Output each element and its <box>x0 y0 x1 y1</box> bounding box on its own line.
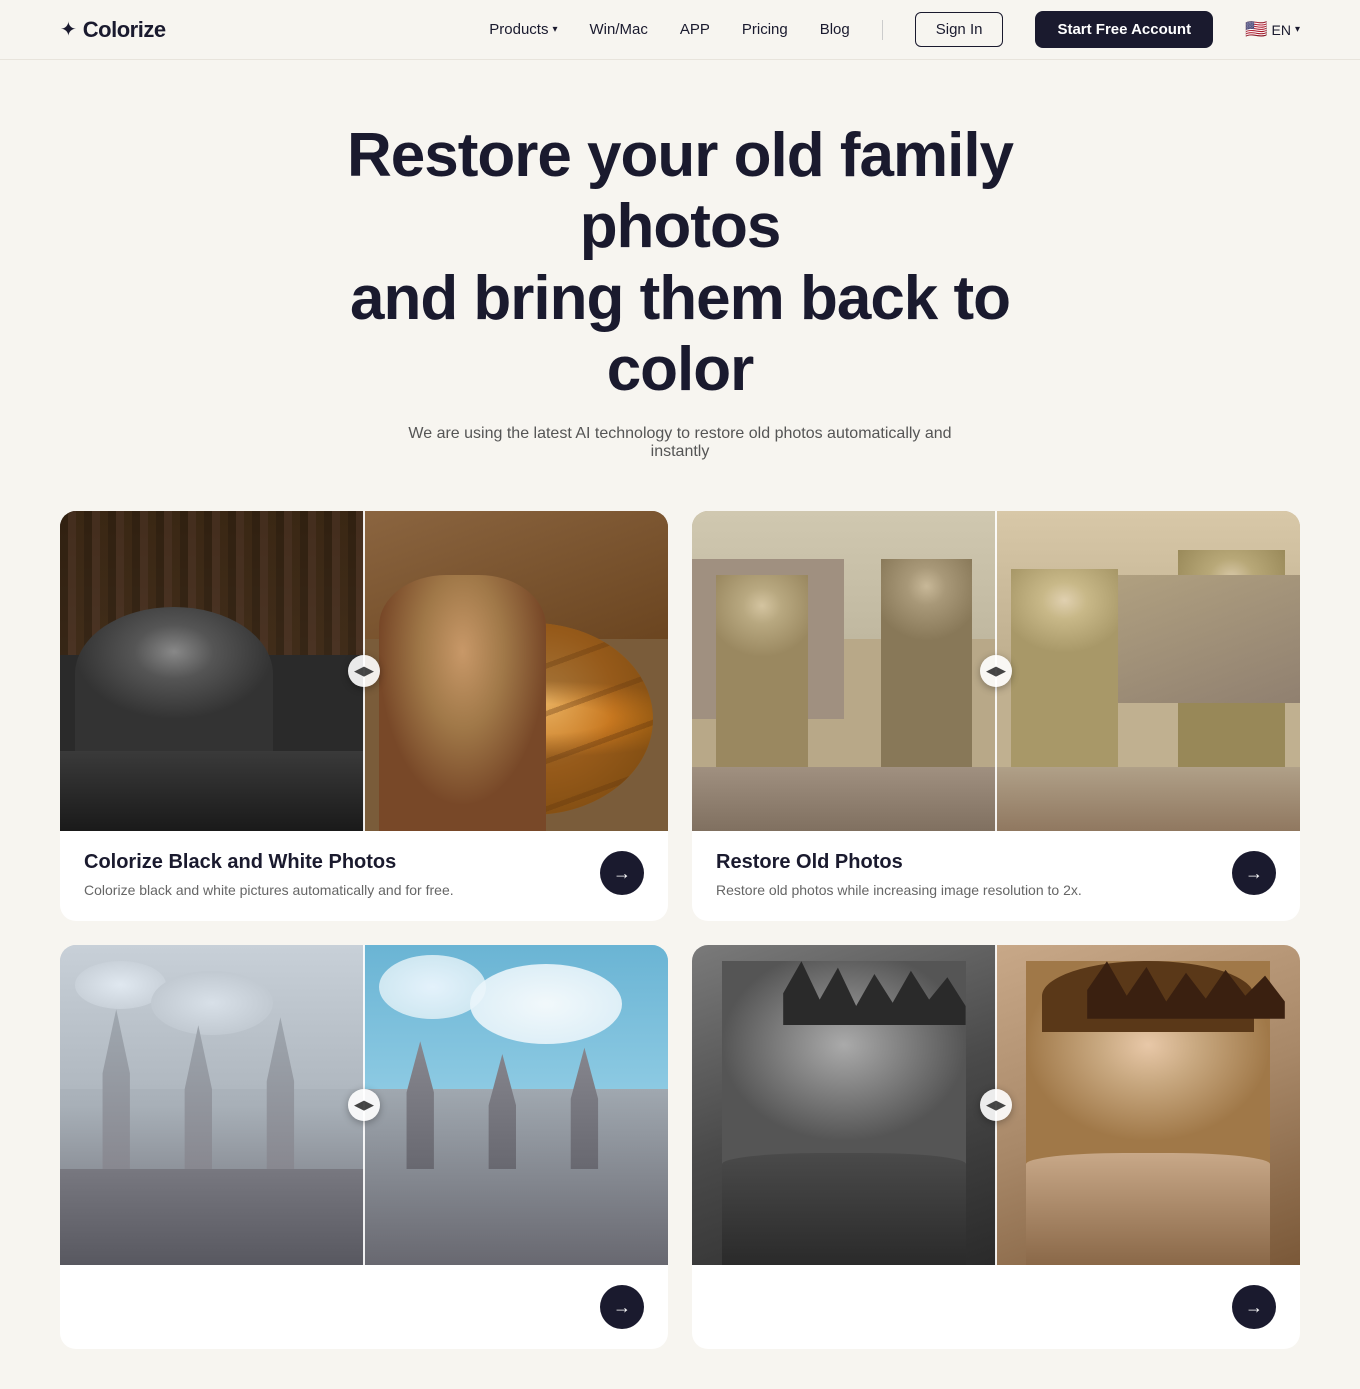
einstein-bw-image <box>60 511 364 831</box>
language-selector[interactable]: 🇺🇸 EN ▾ <box>1245 19 1300 40</box>
slider-arrows-icon-4: ◀▶ <box>986 1097 1006 1113</box>
signin-button[interactable]: Sign In <box>915 12 1004 47</box>
hero-subtitle: We are using the latest AI technology to… <box>380 425 980 461</box>
card-castle-body: → <box>60 1265 668 1349</box>
nav-pricing[interactable]: Pricing <box>742 21 788 38</box>
portrait-color-image <box>996 945 1300 1265</box>
card-castle: ◀▶ → <box>60 945 668 1349</box>
girls-bw-image <box>692 511 996 831</box>
slider-button-3[interactable]: ◀▶ <box>348 1089 380 1121</box>
chevron-down-icon: ▾ <box>552 24 557 35</box>
card-restore-title: Restore Old Photos <box>716 851 1082 874</box>
card-restore-desc: Restore old photos while increasing imag… <box>716 880 1082 901</box>
nav-divider <box>882 20 883 40</box>
hero-section: Restore your old family photos and bring… <box>0 60 1360 511</box>
card-colorize: ◀▶ Colorize Black and White Photos Color… <box>60 511 668 921</box>
arrow-icon-3: → <box>613 1297 631 1318</box>
main-nav: Products ▾ Win/Mac APP Pricing Blog Sign… <box>489 11 1300 48</box>
start-free-button[interactable]: Start Free Account <box>1035 11 1213 48</box>
einstein-color-image <box>364 511 668 831</box>
arrow-icon-4: → <box>1245 1297 1263 1318</box>
card-portrait-image: ◀▶ <box>692 945 1300 1265</box>
nav-app[interactable]: APP <box>680 21 710 38</box>
logo-text: Colorize <box>83 17 166 43</box>
nav-products[interactable]: Products ▾ <box>489 21 557 38</box>
hero-title: Restore your old family photos and bring… <box>280 120 1080 405</box>
image-slider-handle[interactable]: ◀▶ <box>363 511 365 831</box>
card-portrait-arrow[interactable]: → <box>1232 1285 1276 1329</box>
slider-arrows-icon: ◀▶ <box>354 663 374 679</box>
arrow-icon-2: → <box>1245 863 1263 884</box>
header: ✦ Colorize Products ▾ Win/Mac APP Pricin… <box>0 0 1360 60</box>
slider-button-2[interactable]: ◀▶ <box>980 655 1012 687</box>
slider-button-4[interactable]: ◀▶ <box>980 1089 1012 1121</box>
lang-label: EN <box>1272 22 1291 38</box>
image-slider-handle-4[interactable]: ◀▶ <box>995 945 997 1265</box>
lang-chevron-icon: ▾ <box>1295 24 1300 35</box>
slider-button[interactable]: ◀▶ <box>348 655 380 687</box>
cards-grid: ◀▶ Colorize Black and White Photos Color… <box>0 511 1360 1389</box>
card-restore-body: Restore Old Photos Restore old photos wh… <box>692 831 1300 921</box>
card-castle-arrow[interactable]: → <box>600 1285 644 1329</box>
castle-bw-image <box>60 945 364 1265</box>
image-slider-handle-3[interactable]: ◀▶ <box>363 945 365 1265</box>
slider-arrows-icon-3: ◀▶ <box>354 1097 374 1113</box>
card-restore: ◀▶ Restore Old Photos Restore old photos… <box>692 511 1300 921</box>
arrow-icon: → <box>613 863 631 884</box>
nav-winmac[interactable]: Win/Mac <box>590 21 648 38</box>
card-portrait-body: → <box>692 1265 1300 1349</box>
card-colorize-arrow[interactable]: → <box>600 851 644 895</box>
card-colorize-body: Colorize Black and White Photos Colorize… <box>60 831 668 921</box>
card-restore-arrow[interactable]: → <box>1232 851 1276 895</box>
card-colorize-desc: Colorize black and white pictures automa… <box>84 880 454 901</box>
girls-color-image <box>996 511 1300 831</box>
portrait-bw-image <box>692 945 996 1265</box>
castle-color-image <box>364 945 668 1265</box>
card-castle-image: ◀▶ <box>60 945 668 1265</box>
flag-icon: 🇺🇸 <box>1245 19 1267 40</box>
slider-arrows-icon-2: ◀▶ <box>986 663 1006 679</box>
logo-star-icon: ✦ <box>60 17 77 42</box>
card-colorize-image: ◀▶ <box>60 511 668 831</box>
card-restore-image: ◀▶ <box>692 511 1300 831</box>
logo[interactable]: ✦ Colorize <box>60 17 166 43</box>
nav-blog[interactable]: Blog <box>820 21 850 38</box>
image-slider-handle-2[interactable]: ◀▶ <box>995 511 997 831</box>
card-colorize-title: Colorize Black and White Photos <box>84 851 454 874</box>
card-portrait: ◀▶ → <box>692 945 1300 1349</box>
